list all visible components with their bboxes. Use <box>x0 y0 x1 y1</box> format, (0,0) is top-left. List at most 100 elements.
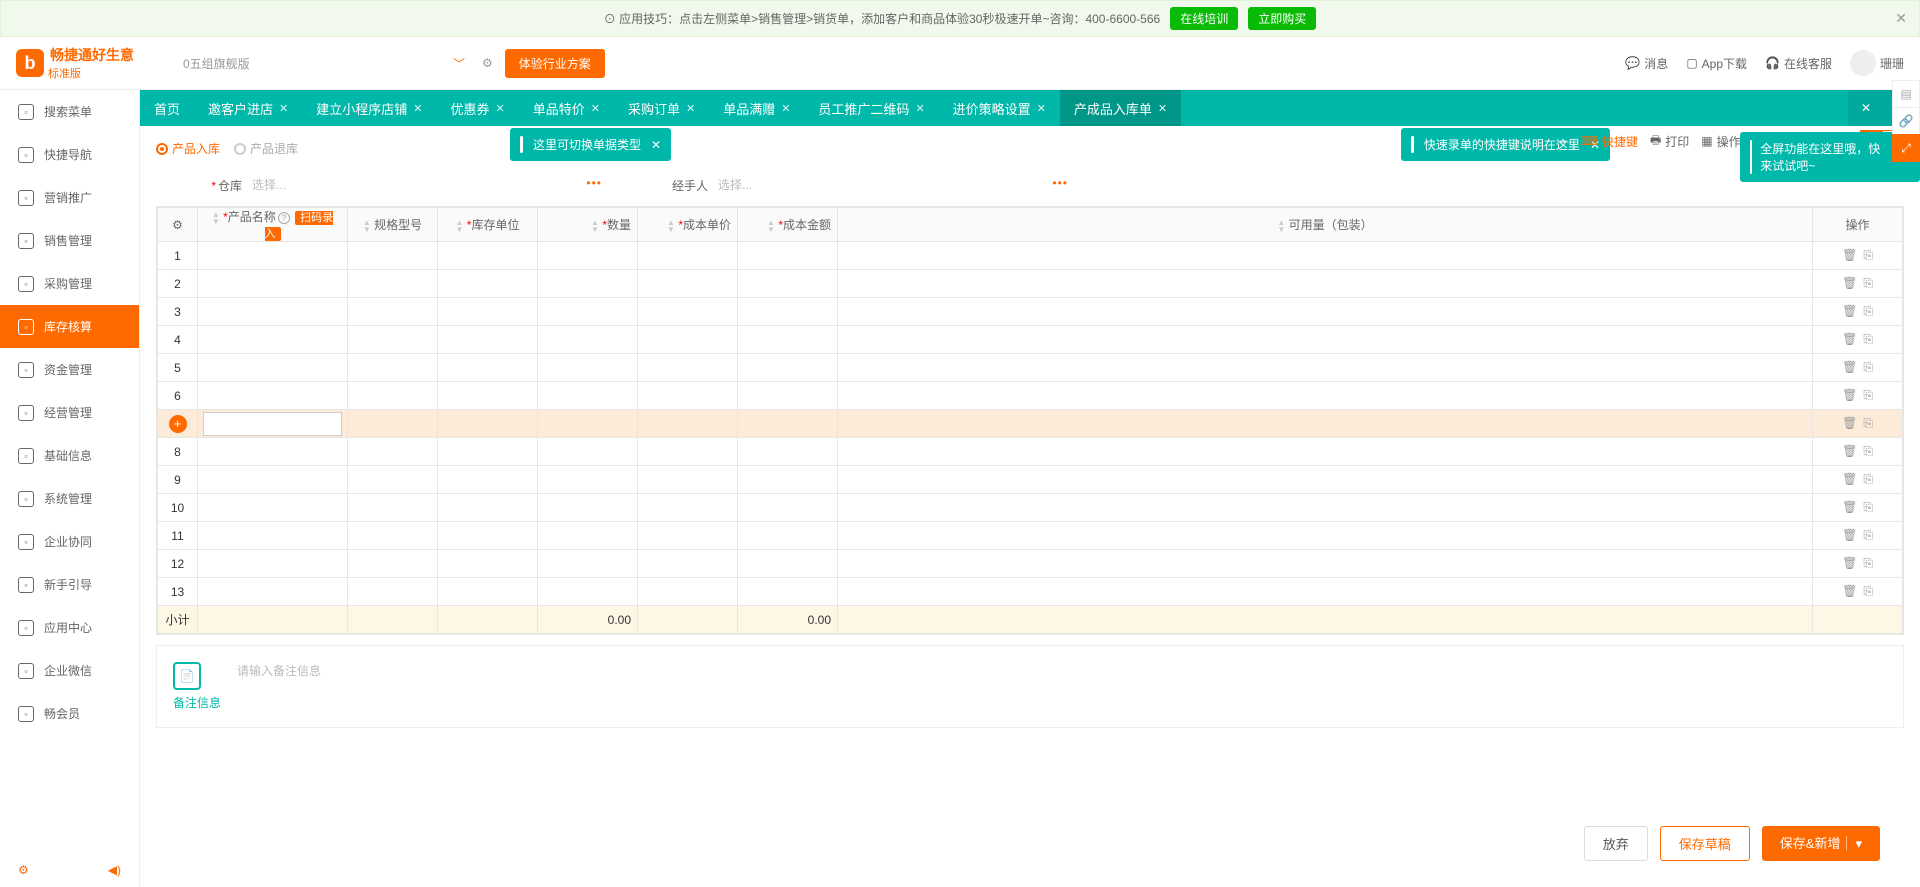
sidebar-item-10[interactable]: ▫企业协同 <box>0 520 139 563</box>
product-input[interactable] <box>204 413 341 435</box>
customer-service-link[interactable]: 🎧在线客服 <box>1765 55 1832 72</box>
gear-icon[interactable]: ⚙ <box>482 56 493 70</box>
close-icon[interactable]: ✕ <box>651 138 661 152</box>
tab[interactable]: 产成品入库单✕ <box>1060 90 1181 126</box>
sidebar-item-3[interactable]: ▫销售管理 <box>0 219 139 262</box>
tab[interactable]: 采购订单✕ <box>614 90 709 126</box>
copy-icon[interactable]: ⎘ <box>1863 332 1873 346</box>
delete-icon[interactable]: 🗑 <box>1842 528 1857 542</box>
tab[interactable]: 进价策略设置✕ <box>939 90 1060 126</box>
delete-icon[interactable]: 🗑 <box>1842 248 1857 262</box>
handler-select[interactable]: 选择...••• <box>718 176 1068 194</box>
copy-icon[interactable]: ⎘ <box>1863 444 1873 458</box>
col-amount[interactable]: ▲▼ *成本金额 <box>738 208 838 242</box>
org-selector[interactable]: 0五组旗舰版 ﹀ <box>174 50 474 77</box>
copy-icon[interactable]: ⎘ <box>1863 584 1873 598</box>
copy-icon[interactable]: ⎘ <box>1863 472 1873 486</box>
save-new-button[interactable]: 保存&新增▾ <box>1762 826 1880 861</box>
close-icon[interactable]: ✕ <box>279 102 288 115</box>
try-industry-button[interactable]: 体验行业方案 <box>505 49 605 78</box>
print-button[interactable]: 🖶 打印 <box>1650 131 1689 152</box>
close-tab-button[interactable]: ✕ <box>1848 90 1884 126</box>
close-icon[interactable]: ✕ <box>1158 102 1167 115</box>
add-row-button[interactable]: + <box>169 415 187 433</box>
delete-icon[interactable]: 🗑 <box>1842 584 1857 598</box>
col-avail[interactable]: ▲▼ 可用量（包装） <box>838 208 1813 242</box>
col-qty[interactable]: ▲▼ *数量 <box>538 208 638 242</box>
copy-icon[interactable]: ⎘ <box>1863 388 1873 402</box>
delete-icon[interactable]: 🗑 <box>1842 388 1857 402</box>
tab[interactable]: 单品特价✕ <box>519 90 614 126</box>
tab[interactable]: 单品满赠✕ <box>709 90 804 126</box>
delete-icon[interactable]: 🗑 <box>1842 500 1857 514</box>
copy-icon[interactable]: ⎘ <box>1863 500 1873 514</box>
product-out-radio[interactable]: 产品退库 <box>234 140 298 157</box>
delete-icon[interactable]: 🗑 <box>1842 360 1857 374</box>
col-price[interactable]: ▲▼ *成本单价 <box>638 208 738 242</box>
copy-icon[interactable]: ⎘ <box>1863 304 1873 318</box>
close-icon[interactable]: ✕ <box>1895 10 1907 27</box>
sidebar-item-9[interactable]: ▫系统管理 <box>0 477 139 520</box>
sidebar-item-13[interactable]: ▫企业微信 <box>0 649 139 692</box>
sidebar-item-2[interactable]: ▫营销推广 <box>0 176 139 219</box>
close-icon[interactable]: ✕ <box>591 102 600 115</box>
menu-icon: ▫ <box>18 577 34 593</box>
sidebar-item-4[interactable]: ▫采购管理 <box>0 262 139 305</box>
sidebar-item-6[interactable]: ▫资金管理 <box>0 348 139 391</box>
col-product[interactable]: ▲▼ *产品名称? 扫码录入 <box>198 208 348 242</box>
discard-button[interactable]: 放弃 <box>1584 826 1648 861</box>
tab[interactable]: 首页 <box>140 90 194 126</box>
product-in-radio[interactable]: 产品入库 <box>156 140 220 157</box>
close-icon[interactable]: ✕ <box>781 102 790 115</box>
online-training-button[interactable]: 在线培训 <box>1170 7 1238 30</box>
tab[interactable]: 优惠券✕ <box>436 90 518 126</box>
close-icon[interactable]: ✕ <box>915 102 924 115</box>
close-icon[interactable]: ✕ <box>496 102 505 115</box>
sidebar-item-7[interactable]: ▫经营管理 <box>0 391 139 434</box>
col-spec[interactable]: ▲▼ 规格型号 <box>348 208 438 242</box>
close-icon[interactable]: ✕ <box>686 102 695 115</box>
app-download-link[interactable]: ▢App下载 <box>1686 55 1747 72</box>
buy-now-button[interactable]: 立即购买 <box>1248 7 1316 30</box>
settings-icon[interactable]: ⚙ <box>18 863 29 877</box>
shortcut-button[interactable]: ⌨ 快捷键 <box>1581 133 1638 150</box>
copy-icon[interactable]: ⎘ <box>1863 276 1873 290</box>
delete-icon[interactable]: 🗑 <box>1842 556 1857 570</box>
messages-link[interactable]: 💬消息 <box>1625 55 1668 72</box>
sidebar-item-0[interactable]: ▫搜索菜单 <box>0 90 139 133</box>
warehouse-select[interactable]: 选择...••• <box>252 176 602 194</box>
sidebar-item-5[interactable]: ▫库存核算 <box>0 305 139 348</box>
copy-icon[interactable]: ⎘ <box>1863 360 1873 374</box>
sidebar-item-14[interactable]: ▫畅会员 <box>0 692 139 735</box>
rail-expand-icon[interactable]: ⤢ <box>1892 134 1920 162</box>
delete-icon[interactable]: 🗑 <box>1842 304 1857 318</box>
copy-icon[interactable]: ⎘ <box>1863 556 1873 570</box>
col-unit[interactable]: ▲▼ *库存单位 <box>438 208 538 242</box>
rail-doc-icon[interactable]: ▤ <box>1892 80 1920 108</box>
delete-icon[interactable]: 🗑 <box>1842 276 1857 290</box>
save-draft-button[interactable]: 保存草稿 <box>1660 826 1750 861</box>
remarks-input[interactable]: 请输入备注信息 <box>237 662 1887 711</box>
rail-attach-icon[interactable]: 🔗 <box>1892 107 1920 135</box>
collapse-icon[interactable]: ◀) <box>108 863 121 877</box>
sidebar-item-8[interactable]: ▫基础信息 <box>0 434 139 477</box>
col-settings[interactable]: ⚙ <box>158 208 198 242</box>
delete-icon[interactable]: 🗑 <box>1842 444 1857 458</box>
delete-icon[interactable]: 🗑 <box>1842 332 1857 346</box>
sidebar-item-12[interactable]: ▫应用中心 <box>0 606 139 649</box>
tab[interactable]: 邀客户进店✕ <box>194 90 302 126</box>
delete-icon[interactable]: 🗑 <box>1842 416 1857 430</box>
sidebar-item-1[interactable]: ▫快捷导航 <box>0 133 139 176</box>
copy-icon[interactable]: ⎘ <box>1863 248 1873 262</box>
close-icon[interactable]: ✕ <box>1037 102 1046 115</box>
delete-icon[interactable]: 🗑 <box>1842 472 1857 486</box>
entry-table: ⚙ ▲▼ *产品名称? 扫码录入 ▲▼ 规格型号 ▲▼ *库存单位 ▲▼ *数量… <box>156 206 1904 635</box>
copy-icon[interactable]: ⎘ <box>1863 416 1873 430</box>
close-icon[interactable]: ✕ <box>413 102 422 115</box>
tab[interactable]: 建立小程序店铺✕ <box>302 90 436 126</box>
sidebar-item-11[interactable]: ▫新手引导 <box>0 563 139 606</box>
copy-icon[interactable]: ⎘ <box>1863 528 1873 542</box>
user-menu[interactable]: 珊珊 <box>1850 50 1904 76</box>
tab[interactable]: 员工推广二维码✕ <box>804 90 938 126</box>
operations-button[interactable]: ▦ 操作 <box>1701 133 1740 150</box>
